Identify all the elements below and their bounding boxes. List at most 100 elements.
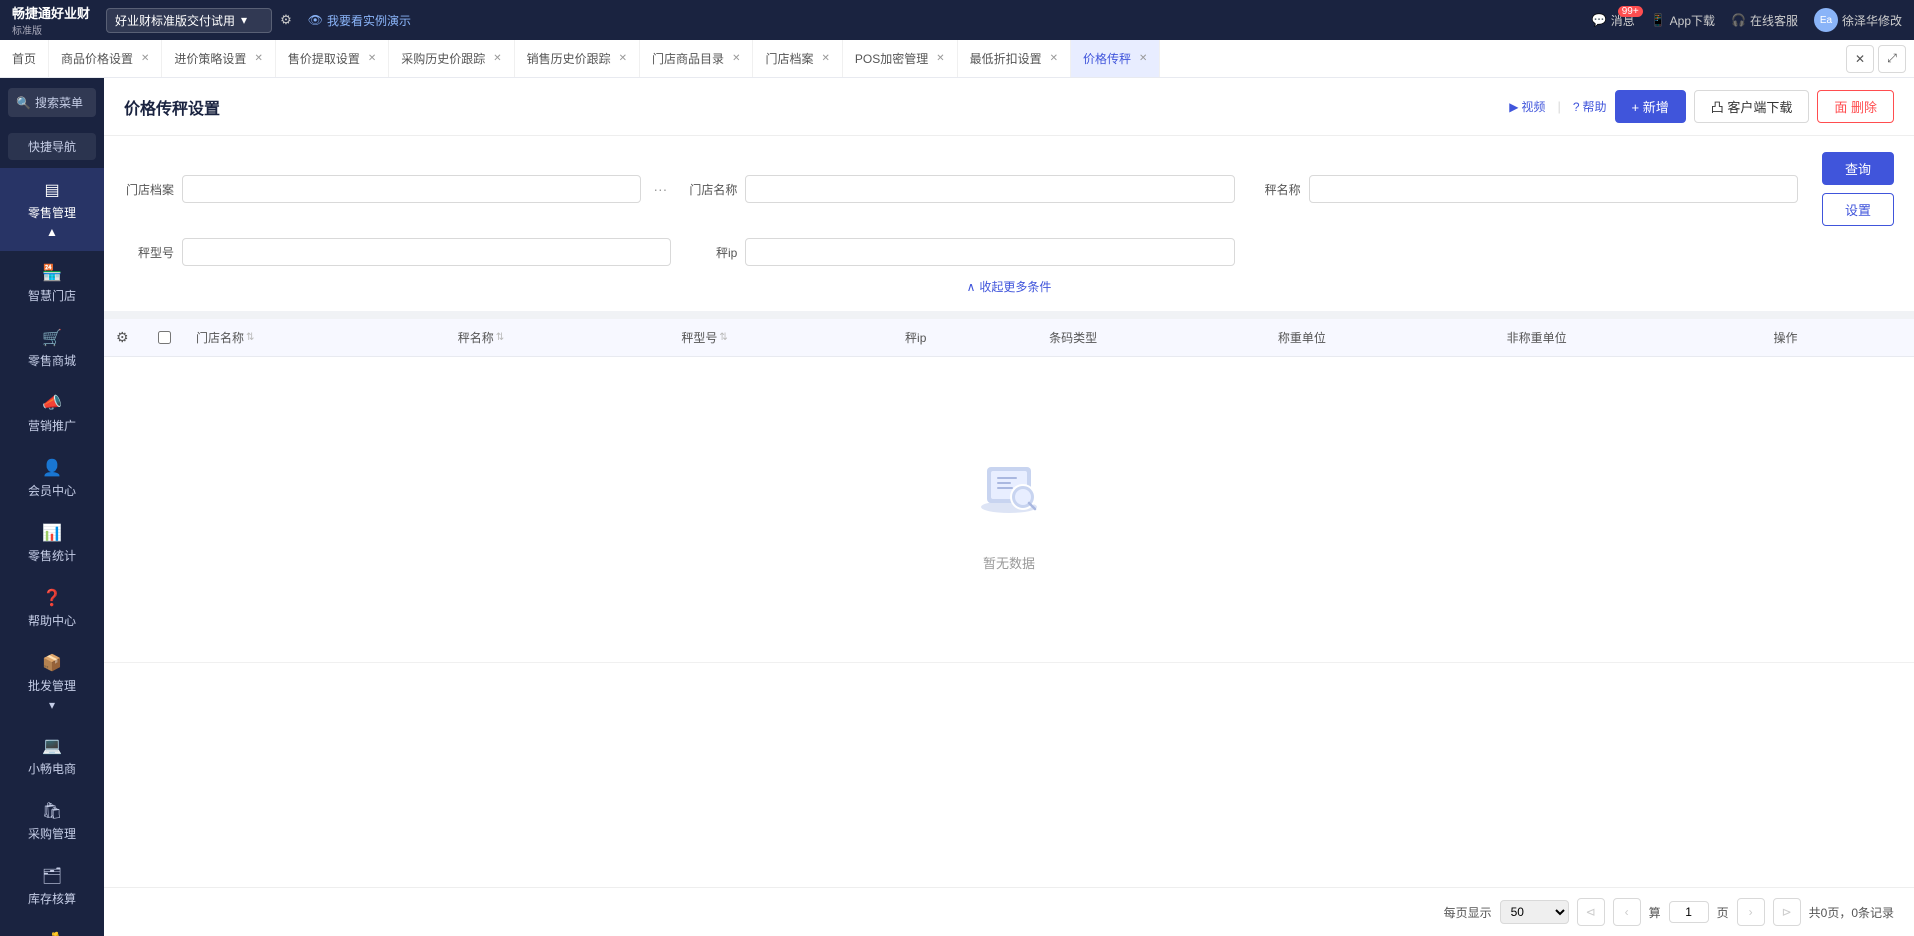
store-profile-input[interactable] [182, 175, 641, 203]
sidebar-item-purchase-manage[interactable]: 🛍 采购管理 [0, 789, 104, 854]
sidebar-item-xiaochangec[interactable]: 💻 小畅电商 [0, 724, 104, 789]
online-service-button[interactable]: 🎧 在线客服 [1731, 12, 1798, 29]
th-scale-name[interactable]: 秤名称 ⇅ [446, 319, 670, 357]
video-link[interactable]: ▶ 视频 [1509, 98, 1545, 115]
prev-page-button[interactable]: ‹ [1613, 898, 1641, 926]
inventory-icon: 🗂 [42, 866, 62, 886]
chevron-up-icon: ∧ [967, 280, 976, 294]
user-menu[interactable]: Ea 徐泽华修改 [1814, 8, 1902, 32]
sidebar-item-fund-manage[interactable]: 💰 资金管理 [0, 919, 104, 936]
sidebar-item-wholesale-manage[interactable]: 📦 批发管理 ▾ [0, 641, 104, 724]
close-tab-button[interactable]: ✕ [1846, 45, 1874, 73]
close-icon[interactable]: ✕ [936, 53, 944, 64]
th-store-name[interactable]: 门店名称 ⇅ [184, 319, 446, 357]
table-area: ⚙ 门店名称 ⇅ [104, 319, 1914, 887]
quick-nav-area[interactable]: 快捷导航 [0, 125, 104, 168]
demo-link[interactable]: 👁 我要看实例演示 [308, 12, 411, 29]
retail-stats-icon: 📊 [42, 523, 62, 543]
sidebar-item-member-center[interactable]: 👤 会员中心 [0, 446, 104, 511]
tab-home[interactable]: 首页 [0, 40, 49, 78]
scale-name-input[interactable] [1309, 175, 1798, 203]
tab-sell-price[interactable]: 售价提取设置 ✕ [276, 40, 389, 78]
scale-ip-input[interactable] [745, 238, 1234, 266]
member-center-icon: 👤 [42, 458, 62, 478]
tab-pos-manage[interactable]: POS加密管理 ✕ [843, 40, 958, 78]
chevron-down-icon: ▾ [241, 13, 247, 27]
tab-sales-history[interactable]: 销售历史价跟踪 ✕ [515, 40, 640, 78]
scale-name-label: 秤名称 [1251, 181, 1301, 198]
phone-icon: 📱 [1651, 13, 1666, 27]
close-icon[interactable]: ✕ [619, 53, 627, 64]
data-table: ⚙ 门店名称 ⇅ [104, 319, 1914, 663]
total-info: 共0页，0条记录 [1809, 904, 1894, 921]
per-page-label: 每页显示 [1444, 904, 1492, 921]
tab-store-catalog[interactable]: 门店商品目录 ✕ [640, 40, 753, 78]
tab-bar: 首页 商品价格设置 ✕ 进价策略设置 ✕ 售价提取设置 ✕ 采购历史价跟踪 ✕ … [0, 40, 1914, 78]
th-action: 操作 [1761, 319, 1914, 357]
close-icon[interactable]: ✕ [254, 53, 262, 64]
sort-icon: ⇅ [719, 332, 727, 343]
filter-row-1: 门店档案 ··· 门店名称 秤名称 查询 设置 [124, 152, 1894, 226]
th-checkbox [144, 319, 184, 357]
messages-button[interactable]: 💬 消息 99+ [1592, 12, 1635, 29]
first-page-button[interactable]: ⊲ [1577, 898, 1605, 926]
restore-tab-button[interactable]: ⤢ [1878, 45, 1906, 73]
empty-state-row: 暂无数据 [104, 357, 1914, 663]
th-barcode-type: 条码类型 [1037, 319, 1266, 357]
scale-model-input[interactable] [182, 238, 671, 266]
query-button[interactable]: 查询 [1822, 152, 1894, 185]
plan-label: 好业财标准版交付试用 [115, 12, 235, 29]
tab-price-transfer[interactable]: 价格传秤 ✕ [1071, 40, 1160, 78]
th-scale-model[interactable]: 秤型号 ⇅ [669, 319, 893, 357]
sidebar-search[interactable]: 🔍 搜索菜单 [0, 78, 104, 125]
download-button[interactable]: 凸 客户端下载 [1694, 90, 1810, 123]
app-download-button[interactable]: 📱 App下载 [1651, 12, 1715, 29]
marketing-icon: 📣 [42, 393, 62, 413]
tab-price-setting[interactable]: 商品价格设置 ✕ [49, 40, 162, 78]
ellipsis-icon[interactable]: ··· [649, 181, 671, 197]
sidebar-item-smart-store[interactable]: 🏪 智慧门店 [0, 251, 104, 316]
close-icon[interactable]: ✕ [1050, 53, 1058, 64]
column-settings-button[interactable]: ⚙ [116, 329, 129, 346]
tab-purchase-strategy[interactable]: 进价策略设置 ✕ [162, 40, 275, 78]
search-menu-button[interactable]: 🔍 搜索菜单 [8, 88, 96, 117]
tab-purchase-history[interactable]: 采购历史价跟踪 ✕ [389, 40, 514, 78]
th-gear: ⚙ [104, 319, 144, 357]
filter-scale-ip: 秤ip [687, 238, 1234, 266]
fund-manage-icon: 💰 [42, 931, 62, 936]
close-icon[interactable]: ✕ [368, 53, 376, 64]
close-icon[interactable]: ✕ [141, 53, 149, 64]
th-weight-unit: 称重单位 [1266, 319, 1495, 357]
store-name-input[interactable] [745, 175, 1234, 203]
filter-area: 门店档案 ··· 门店名称 秤名称 查询 设置 [104, 136, 1914, 311]
sidebar-item-retail-manage[interactable]: ▤ 零售管理 ▲ [0, 168, 104, 251]
per-page-select[interactable]: 50 10 20 100 [1500, 900, 1569, 924]
close-icon[interactable]: ✕ [821, 53, 829, 64]
select-all-checkbox[interactable] [158, 331, 171, 344]
top-bar: 畅捷通好业财 标准版 好业财标准版交付试用 ▾ ⚙ 👁 我要看实例演示 💬 消息… [0, 0, 1914, 40]
sidebar-item-retail-stats[interactable]: 📊 零售统计 [0, 511, 104, 576]
close-icon[interactable]: ✕ [1139, 53, 1147, 64]
sidebar-item-marketing[interactable]: 📣 营销推广 [0, 381, 104, 446]
close-icon[interactable]: ✕ [732, 53, 740, 64]
tab-min-discount[interactable]: 最低折扣设置 ✕ [958, 40, 1071, 78]
close-icon[interactable]: ✕ [493, 53, 501, 64]
search-icon: 🔍 [16, 96, 31, 110]
plan-selector[interactable]: 好业财标准版交付试用 ▾ [106, 8, 272, 33]
sidebar-item-inventory[interactable]: 🗂 库存核算 [0, 854, 104, 919]
collapse-button[interactable]: ∧ 收起更多条件 [967, 278, 1052, 295]
quick-nav-button[interactable]: 快捷导航 [8, 133, 96, 160]
help-link[interactable]: ? 帮助 [1573, 98, 1607, 115]
settings-icon[interactable]: ⚙ [280, 12, 292, 28]
smart-store-icon: 🏪 [42, 263, 62, 283]
tab-store-profile[interactable]: 门店档案 ✕ [753, 40, 842, 78]
sidebar-item-retail-shop[interactable]: 🛒 零售商城 [0, 316, 104, 381]
next-page-button[interactable]: › [1737, 898, 1765, 926]
add-button[interactable]: + 新增 [1615, 90, 1686, 123]
sidebar-item-help-center[interactable]: ❓ 帮助中心 [0, 576, 104, 641]
page-number-input[interactable] [1669, 901, 1709, 923]
message-icon: 💬 [1592, 13, 1607, 27]
delete-button[interactable]: 面 删除 [1817, 90, 1894, 123]
last-page-button[interactable]: ⊳ [1773, 898, 1801, 926]
setting-button[interactable]: 设置 [1822, 193, 1894, 226]
